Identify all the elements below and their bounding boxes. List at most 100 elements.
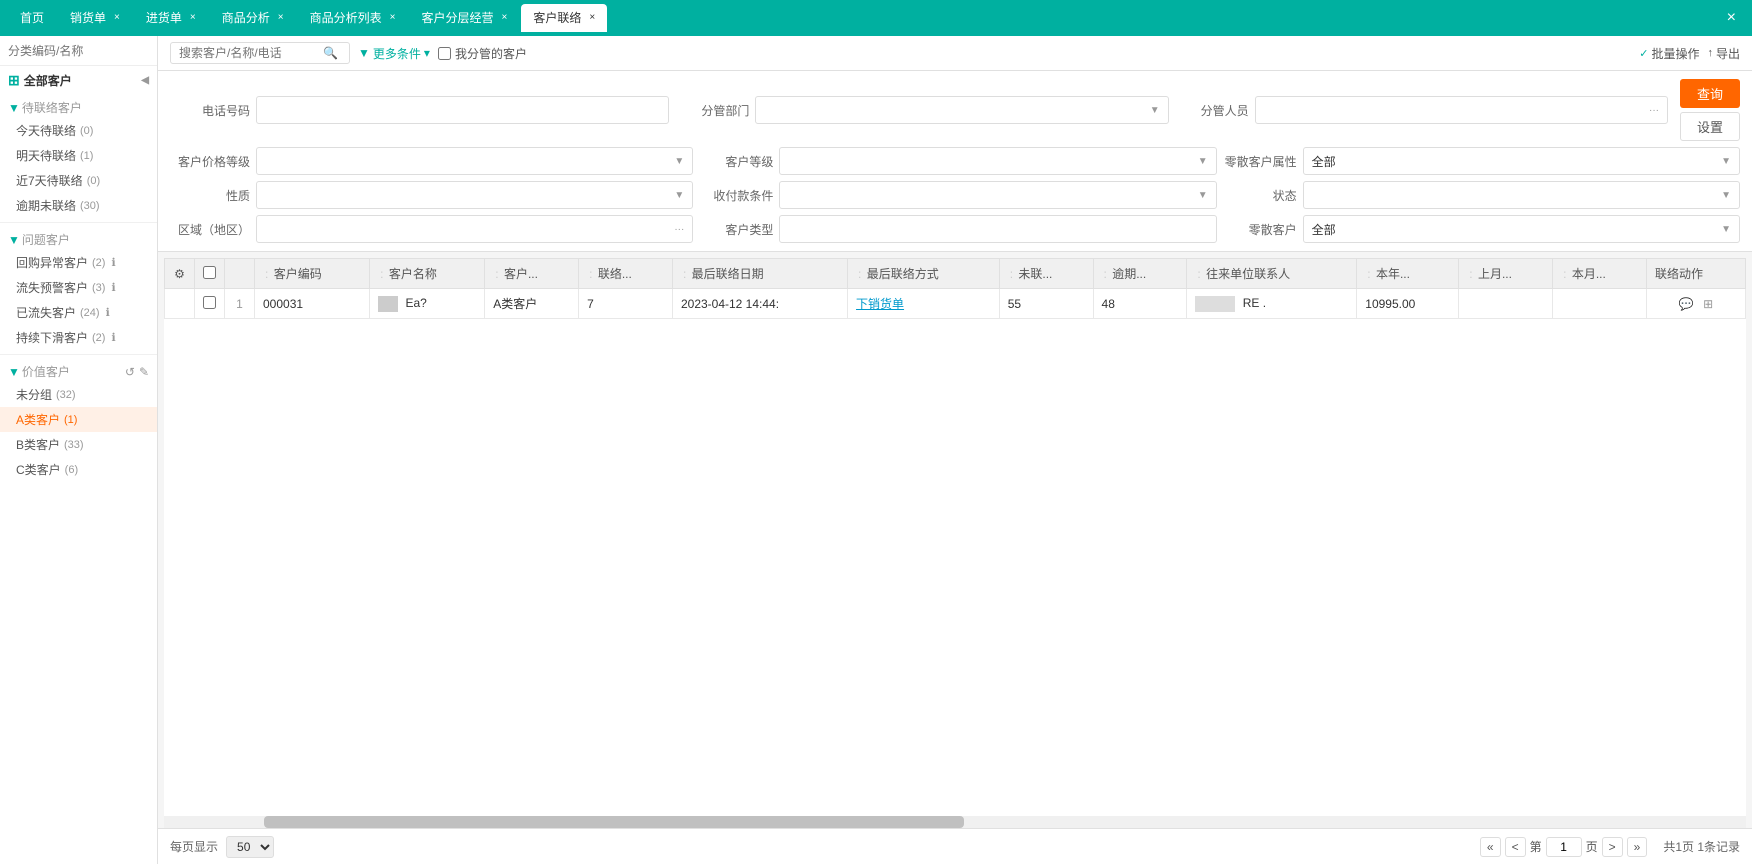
filter-actions: 查询 设置 <box>1680 79 1740 141</box>
th-this-month[interactable]: : 本月... <box>1553 259 1647 289</box>
query-button[interactable]: 查询 <box>1680 79 1740 108</box>
h-scrollbar-thumb[interactable] <box>264 816 964 828</box>
nav-tab-sales[interactable]: 销货单 × <box>58 4 132 32</box>
refresh-icon[interactable]: ↺ <box>125 365 135 379</box>
analysis-label: 商品分析 <box>222 4 270 32</box>
th-last-method[interactable]: : 最后联络方式 <box>848 259 1000 289</box>
payment-input[interactable]: ▼ <box>779 181 1216 209</box>
phone-label: 电话号码 <box>170 102 250 119</box>
sidebar-item-a-class[interactable]: A类客户 (1) <box>0 407 157 432</box>
main-layout: 🔍 ⊞ 全部客户 ◀ ▼ 待联络客户 今天待联络 (0) 明天待联络 (1) 近… <box>0 36 1752 864</box>
area-input[interactable]: ··· <box>256 215 693 243</box>
page-number-input[interactable] <box>1546 837 1582 857</box>
sidebar-search-input[interactable] <box>8 44 158 58</box>
cust-type-input[interactable] <box>779 215 1216 243</box>
sidebar-item-overdue[interactable]: 逾期未联络 (30) <box>0 193 157 218</box>
row-last-method-cell[interactable]: 下销货单 <box>848 289 1000 319</box>
nav-tab-customer-contact[interactable]: 客户联络 × <box>521 4 607 32</box>
cust-type-label: 客户类型 <box>693 221 773 238</box>
sidebar-item-abnormal[interactable]: 回购异常客户 (2) ℹ <box>0 250 157 275</box>
th-last-month[interactable]: : 上月... <box>1459 259 1553 289</box>
cust-level-input[interactable]: ▼ <box>779 147 1216 175</box>
sidebar-item-churn-warning[interactable]: 流失预警客户 (3) ℹ <box>0 275 157 300</box>
export-btn[interactable]: ↑ 导出 <box>1707 45 1740 62</box>
sidebar-item-b-class[interactable]: B类客户 (33) <box>0 432 157 457</box>
my-customers-checkbox[interactable]: 我分管的客户 <box>438 45 527 62</box>
zero-cust-input[interactable]: 全部▼ <box>1303 215 1740 243</box>
first-page-button[interactable]: « <box>1480 837 1501 857</box>
sidebar-item-declining[interactable]: 持续下滑客户 (2) ℹ <box>0 325 157 350</box>
settings-button[interactable]: 设置 <box>1680 112 1740 141</box>
sidebar-item-c-class[interactable]: C类客户 (6) <box>0 457 157 482</box>
nav-tab-purchase[interactable]: 进货单 × <box>134 4 208 32</box>
filter-row-2: 客户价格等级 ▼ 客户等级 ▼ 零散客户属性 全部▼ <box>170 147 1740 175</box>
last-page-button[interactable]: » <box>1627 837 1648 857</box>
contact-close-icon[interactable]: × <box>589 4 595 32</box>
b-class-label: B类客户 <box>16 436 60 453</box>
th-overdue[interactable]: : 逾期... <box>1093 259 1187 289</box>
th-level[interactable]: : 客户... <box>485 259 579 289</box>
row-action-cell[interactable]: 💬 ⊞ <box>1646 289 1745 319</box>
status-input[interactable]: ▼ <box>1303 181 1740 209</box>
sidebar-item-7days[interactable]: 近7天待联络 (0) <box>0 168 157 193</box>
search-input[interactable] <box>179 46 319 60</box>
row-last-month-cell <box>1459 289 1553 319</box>
th-contact[interactable]: : 联络... <box>579 259 673 289</box>
edit-icon[interactable]: ✎ <box>139 365 149 379</box>
sales-close-icon[interactable]: × <box>114 4 120 32</box>
nav-tab-analysis[interactable]: 商品分析 × <box>210 4 296 32</box>
th-name[interactable]: : 客户名称 <box>370 259 485 289</box>
dept-input[interactable]: ▼ <box>755 96 1168 124</box>
sidebar-item-today[interactable]: 今天待联络 (0) <box>0 118 157 143</box>
zero-prop-arrow-icon: ▼ <box>1721 156 1731 167</box>
check-all[interactable] <box>203 266 216 279</box>
pending-contact-group: ▼ 待联络客户 <box>0 95 157 118</box>
all-customers-header[interactable]: ⊞ 全部客户 ◀ <box>0 66 157 95</box>
sidebar-item-churned[interactable]: 已流失客户 (24) ℹ <box>0 300 157 325</box>
sidebar-item-tomorrow[interactable]: 明天待联络 (1) <box>0 143 157 168</box>
purchase-label: 进货单 <box>146 4 182 32</box>
action-msg-icon[interactable]: 💬 <box>1679 297 1694 311</box>
payment-label: 收付款条件 <box>693 187 773 204</box>
th-uncontacted[interactable]: : 未联... <box>999 259 1093 289</box>
nature-input[interactable]: ▼ <box>256 181 693 209</box>
purchase-close-icon[interactable]: × <box>190 4 196 32</box>
crm-close-icon[interactable]: × <box>501 4 507 32</box>
row-check-cell[interactable] <box>195 289 225 319</box>
top-nav: 首页 销货单 × 进货单 × 商品分析 × 商品分析列表 × 客户分层经营 × … <box>0 0 1752 36</box>
action-more-icon[interactable]: ⊞ <box>1703 297 1713 311</box>
nav-tab-analysis-list[interactable]: 商品分析列表 × <box>298 4 408 32</box>
zero-prop-input[interactable]: 全部▼ <box>1303 147 1740 175</box>
analysis-list-close-icon[interactable]: × <box>390 4 396 32</box>
search-icon[interactable]: 🔍 <box>323 46 338 60</box>
analysis-close-icon[interactable]: × <box>278 4 284 32</box>
person-input[interactable]: ··· <box>1255 96 1668 124</box>
th-check[interactable] <box>195 259 225 289</box>
row-this-month-cell <box>1553 289 1647 319</box>
row-check[interactable] <box>203 296 216 309</box>
filter-cell-price-level: 客户价格等级 ▼ <box>170 147 693 175</box>
next-page-button[interactable]: > <box>1602 837 1623 857</box>
page-size-select[interactable]: 50 <box>226 836 274 858</box>
close-all-button[interactable]: × <box>1719 9 1744 27</box>
my-customers-check[interactable] <box>438 47 451 60</box>
price-level-input[interactable]: ▼ <box>256 147 693 175</box>
th-last-date[interactable]: : 最后联络日期 <box>672 259 847 289</box>
h-scrollbar[interactable] <box>164 816 1746 828</box>
content-area: 🔍 ▼ 更多条件 ▾ 我分管的客户 ✓ 批量操作 ↑ 导出 <box>158 36 1752 864</box>
th-gear[interactable]: ⚙ <box>165 259 195 289</box>
th-code[interactable]: : 客户编码 <box>255 259 370 289</box>
collapse-icon[interactable]: ◀ <box>141 75 149 86</box>
last-method-link[interactable]: 下销货单 <box>856 297 904 311</box>
nav-tab-home[interactable]: 首页 <box>8 4 56 32</box>
export-icon: ↑ <box>1707 47 1713 59</box>
nav-tab-crm[interactable]: 客户分层经营 × <box>409 4 519 32</box>
batch-ops-btn[interactable]: ✓ 批量操作 <box>1639 45 1699 62</box>
filter-cell-phone: 电话号码 <box>170 96 669 124</box>
th-this-year[interactable]: : 本年... <box>1357 259 1459 289</box>
prev-page-button[interactable]: < <box>1505 837 1526 857</box>
phone-input[interactable] <box>256 96 669 124</box>
sidebar-item-ungrouped[interactable]: 未分组 (32) <box>0 382 157 407</box>
more-conditions-btn[interactable]: ▼ 更多条件 ▾ <box>358 45 430 62</box>
th-contact-person[interactable]: : 往来单位联系人 <box>1187 259 1357 289</box>
